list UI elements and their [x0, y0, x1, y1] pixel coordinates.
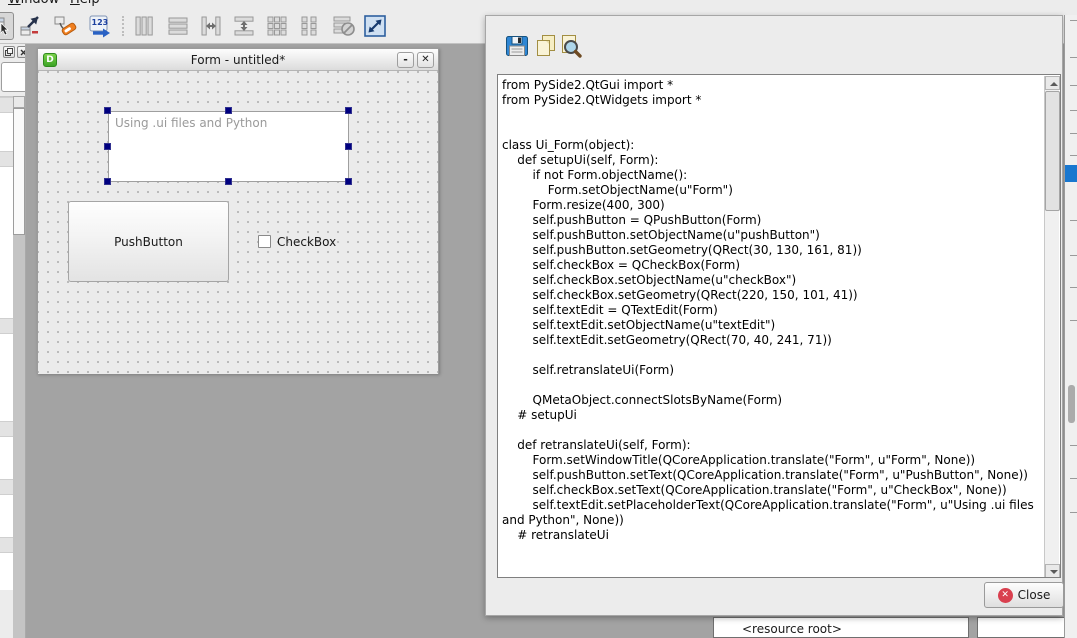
copy-button[interactable] [534, 34, 558, 58]
layout-horizontal-icon [133, 15, 155, 37]
resource-tree-panel[interactable]: <resource root> [713, 617, 969, 638]
designer-form-icon: D [43, 53, 57, 67]
scrollbar-thumb[interactable] [1045, 91, 1060, 211]
edit-buddies-button[interactable] [51, 12, 79, 40]
resource-list-panel[interactable] [977, 617, 1077, 638]
scrollbar-track[interactable] [13, 235, 25, 638]
selection-handle-top-mid[interactable] [225, 107, 232, 114]
break-layout-icon [332, 14, 356, 38]
selection-handle-top-left[interactable] [104, 107, 111, 114]
scrollbar-thumb[interactable] [13, 108, 25, 235]
selection-handle-bottom-left[interactable] [104, 178, 111, 185]
form-canvas[interactable]: Using .ui files and Python PushButton Ch… [38, 71, 438, 374]
menu-window[interactable]: Window [8, 0, 59, 7]
edit-signals-slots-button[interactable] [16, 12, 44, 40]
scroll-up-arrow[interactable] [1045, 76, 1060, 90]
checkbox-indicator[interactable] [258, 235, 271, 248]
edit-tab-order-icon: 123 [88, 14, 112, 38]
adjust-size-button[interactable] [361, 12, 389, 40]
pushbutton-widget[interactable]: PushButton [68, 201, 229, 282]
menu-help[interactable]: Help [70, 0, 100, 7]
layout-grid-button [263, 12, 291, 40]
find-button[interactable] [558, 34, 582, 58]
close-button-label: Close [1018, 588, 1051, 602]
scroll-up-arrow[interactable] [13, 96, 25, 108]
minimize-button[interactable]: - [397, 52, 414, 68]
scroll-down-arrow[interactable] [1045, 564, 1060, 578]
scrollbar-thumb[interactable] [1068, 385, 1075, 423]
layout-horizontal-button [130, 12, 158, 40]
selection-handle-mid-left[interactable] [104, 143, 111, 150]
view-code-dialog: from PySide2.QtGui import * from PySide2… [485, 15, 1063, 616]
save-icon [505, 34, 529, 58]
edit-signals-slots-icon [19, 15, 41, 37]
toolbar-separator [122, 16, 124, 36]
close-window-button[interactable]: ✕ [417, 52, 434, 68]
layout-vertical-splitter-button [230, 12, 258, 40]
edit-widgets-button[interactable] [0, 12, 14, 40]
edit-tab-order-button[interactable]: 123 [86, 12, 114, 40]
checkbox-label: CheckBox [277, 235, 336, 249]
widget-filter-input[interactable] [1, 62, 26, 92]
layout-vertical-button [164, 12, 192, 40]
svg-text:123: 123 [92, 18, 109, 27]
menubar: Window Help [0, 0, 1077, 9]
code-view[interactable]: from PySide2.QtGui import * from PySide2… [497, 74, 1061, 578]
save-button[interactable] [505, 34, 529, 58]
break-layout-button [330, 12, 358, 40]
layout-horizontal-splitter-button [197, 12, 225, 40]
property-editor-sliver [1064, 15, 1077, 638]
copy-icon [534, 34, 558, 58]
layout-vertical-icon [167, 15, 189, 37]
selection-handle-bottom-mid[interactable] [225, 178, 232, 185]
textedit-widget[interactable]: Using .ui files and Python [108, 111, 349, 182]
edit-widgets-icon [0, 15, 11, 37]
dock-close-button[interactable] [17, 46, 26, 58]
layout-form-button [296, 12, 324, 40]
code-scrollbar[interactable] [1044, 76, 1059, 578]
close-circle-icon: ✕ [998, 588, 1013, 603]
find-icon [558, 34, 582, 60]
form-window-titlebar[interactable]: D Form - untitled* [38, 49, 438, 71]
edit-buddies-icon [53, 14, 77, 38]
selection-handle-top-right[interactable] [345, 107, 352, 114]
layout-grid-icon [266, 15, 288, 37]
checkbox-widget[interactable]: CheckBox [258, 221, 359, 262]
generated-code-text[interactable]: from PySide2.QtGui import * from PySide2… [502, 78, 1034, 543]
form-designer-window: D Form - untitled* - ✕ Using .ui files a… [37, 48, 439, 374]
resource-root-item[interactable]: <resource root> [742, 622, 842, 636]
form-window-title: Form - untitled* [38, 53, 438, 67]
dock-float-button[interactable] [3, 46, 15, 58]
selected-row-highlight [1065, 165, 1077, 182]
selection-handle-mid-right[interactable] [345, 143, 352, 150]
layout-vertical-splitter-icon [233, 15, 255, 37]
close-dialog-button[interactable]: ✕ Close [984, 582, 1064, 608]
layout-form-icon [299, 15, 321, 37]
widget-list[interactable] [0, 96, 13, 590]
selection-handle-bottom-right[interactable] [345, 178, 352, 185]
layout-horizontal-splitter-icon [200, 15, 222, 37]
adjust-size-icon [363, 14, 387, 38]
widget-box-panel [0, 44, 26, 638]
